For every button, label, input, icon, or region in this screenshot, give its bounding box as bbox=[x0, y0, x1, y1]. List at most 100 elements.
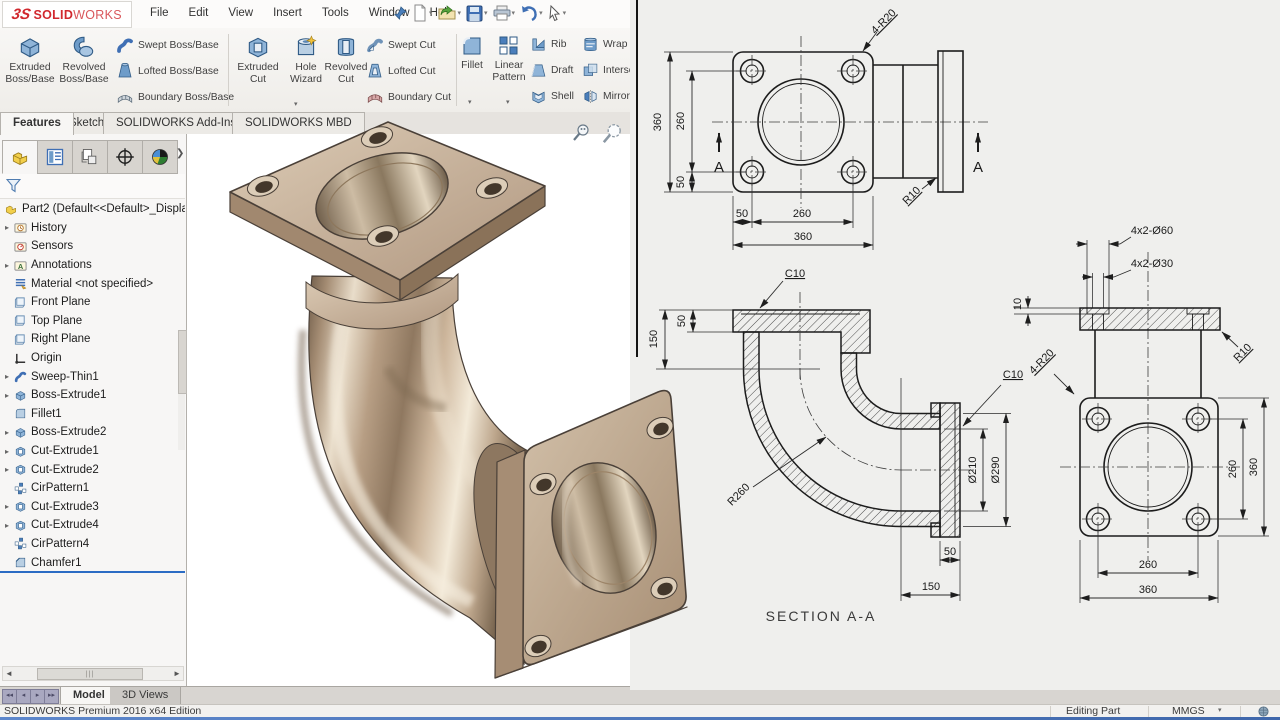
tree-item-annotations[interactable]: ▸ A Annotations bbox=[0, 256, 185, 275]
save-button[interactable]: ▾ bbox=[464, 4, 490, 23]
callout-4-r20: 4-R20 bbox=[1027, 347, 1057, 377]
tree-item-boss-extrude2[interactable]: ▸ Boss-Extrude2 bbox=[0, 423, 185, 442]
tree-item-origin[interactable]: Origin bbox=[0, 349, 185, 368]
tree-item-cirpattern4[interactable]: CirPattern4 bbox=[0, 535, 185, 554]
tree-item-sweep-thin1[interactable]: ▸ Sweep-Thin1 bbox=[0, 367, 185, 386]
expand-arrow-icon[interactable]: ▸ bbox=[0, 372, 14, 381]
open-document-button[interactable]: ▾ bbox=[436, 4, 464, 22]
units-selector[interactable]: MMGS bbox=[1172, 705, 1205, 717]
tab-3d-views[interactable]: 3D Views bbox=[110, 687, 181, 705]
lofted-boss-button[interactable]: Lofted Boss/Base bbox=[116, 62, 219, 80]
tree-item-history[interactable]: ▸ History bbox=[0, 219, 185, 238]
prev-tab-button[interactable]: ◂ bbox=[16, 689, 31, 704]
dim-260-bottom: 260 bbox=[793, 208, 811, 220]
print-button[interactable]: ▾ bbox=[491, 4, 518, 22]
rib-button[interactable]: Rib bbox=[530, 36, 566, 53]
expand-arrow-icon[interactable]: ▸ bbox=[0, 261, 14, 270]
dim-10: 10 bbox=[1012, 298, 1024, 310]
filter-funnel-icon[interactable] bbox=[6, 178, 21, 193]
featuremanager-tree-tab[interactable] bbox=[2, 140, 38, 174]
extruded-boss-button[interactable]: Extruded Boss/Base bbox=[2, 34, 58, 85]
mirror-button[interactable]: Mirror bbox=[582, 88, 630, 105]
zoom-lens-icon[interactable] bbox=[600, 122, 624, 146]
tree-item-cut-extrude3[interactable]: ▸ Cut-Extrude3 bbox=[0, 498, 185, 517]
expand-arrow-icon[interactable]: ▸ bbox=[0, 521, 14, 530]
shell-button[interactable]: Shell bbox=[530, 88, 574, 105]
scrollbar-thumb[interactable]: ||| bbox=[37, 668, 143, 680]
tree-item-cirpattern1[interactable]: CirPattern1 bbox=[0, 479, 185, 498]
propertymanager-tab[interactable] bbox=[37, 140, 73, 174]
select-cursor-button[interactable]: ▾ bbox=[546, 4, 569, 23]
new-document-button[interactable]: ▾ bbox=[410, 3, 435, 23]
graphics-viewport[interactable] bbox=[187, 134, 630, 686]
svg-text:A: A bbox=[18, 262, 24, 271]
menu-file[interactable]: File bbox=[140, 0, 179, 28]
tree-root-part[interactable]: Part2 (Default<<Default>_Displa bbox=[0, 200, 185, 219]
linear-pattern-button[interactable]: Linear Pattern bbox=[488, 34, 530, 83]
tree-item-material[interactable]: Material <not specified> bbox=[0, 274, 185, 293]
next-tab-button[interactable]: ▸ bbox=[30, 689, 45, 704]
tree-vertical-scrollbar[interactable] bbox=[178, 330, 185, 450]
tree-item-cut-extrude1[interactable]: ▸ Cut-Extrude1 bbox=[0, 442, 185, 461]
status-tag-icon[interactable] bbox=[1258, 706, 1269, 717]
draft-button[interactable]: Draft bbox=[530, 62, 573, 79]
edition-label: SOLIDWORKS Premium 2016 x64 Edition bbox=[4, 705, 201, 717]
last-tab-button[interactable]: ▸▸ bbox=[44, 689, 59, 704]
expand-arrow-icon[interactable]: ▸ bbox=[0, 465, 14, 474]
swept-boss-button[interactable]: Swept Boss/Base bbox=[116, 36, 219, 54]
fillet-button[interactable]: Fillet bbox=[452, 34, 492, 72]
menu-view[interactable]: View bbox=[218, 0, 263, 28]
scrollbar-thumb[interactable] bbox=[178, 330, 187, 394]
panel-expand-chevron[interactable]: ❯ bbox=[176, 148, 184, 159]
tree-item-boss-extrude1[interactable]: ▸ Boss-Extrude1 bbox=[0, 386, 185, 405]
scroll-left-arrow[interactable]: ◄ bbox=[3, 669, 15, 678]
tree-item-top-plane[interactable]: Top Plane bbox=[0, 312, 185, 331]
expand-arrow-icon[interactable]: ▸ bbox=[0, 447, 14, 456]
scroll-right-arrow[interactable]: ► bbox=[171, 669, 183, 678]
expand-arrow-icon[interactable]: ▸ bbox=[0, 391, 14, 400]
linear-pattern-dropdown[interactable]: ▾ bbox=[506, 98, 510, 106]
wrap-button[interactable]: Wrap bbox=[582, 36, 627, 53]
undo-button[interactable]: ▾ bbox=[518, 4, 545, 22]
tree-item-front-plane[interactable]: Front Plane bbox=[0, 293, 185, 312]
tab-solidworks-mbd[interactable]: SOLIDWORKS MBD bbox=[232, 112, 365, 134]
expand-arrow-icon[interactable]: ▸ bbox=[0, 223, 14, 232]
rollback-bar[interactable] bbox=[0, 571, 185, 573]
tab-solidworks-add-ins[interactable]: SOLIDWORKS Add-Ins bbox=[103, 112, 249, 134]
tree-item-chamfer1[interactable]: Chamfer1 bbox=[0, 553, 185, 572]
tree-item-fillet1[interactable]: Fillet1 bbox=[0, 405, 185, 424]
units-dropdown-caret[interactable]: ▾ bbox=[1218, 706, 1222, 714]
swept-cut-button[interactable]: Swept Cut bbox=[366, 36, 436, 54]
revolved-boss-button[interactable]: Revolved Boss/Base bbox=[56, 34, 112, 85]
expand-arrow-icon[interactable]: ▸ bbox=[0, 428, 14, 437]
displaymanager-tab[interactable] bbox=[142, 140, 178, 174]
intersect-icon bbox=[582, 62, 599, 79]
boundary-boss-button[interactable]: Boundary Boss/Base bbox=[116, 88, 234, 106]
dimxpertmanager-tab[interactable] bbox=[107, 140, 143, 174]
configurationmanager-tab[interactable] bbox=[72, 140, 108, 174]
pin-icon[interactable] bbox=[392, 5, 409, 21]
first-tab-button[interactable]: ◂◂ bbox=[2, 689, 17, 704]
tree-item-sensors[interactable]: Sensors bbox=[0, 237, 185, 256]
property-list-icon bbox=[45, 147, 65, 167]
tab-features[interactable]: Features bbox=[0, 112, 74, 135]
dim-50-left: 50 bbox=[675, 176, 687, 188]
magnify-icon[interactable] bbox=[570, 122, 592, 144]
tree-item-cut-extrude2[interactable]: ▸ Cut-Extrude2 bbox=[0, 460, 185, 479]
boss-extrude-icon bbox=[14, 389, 27, 402]
tree-item-right-plane[interactable]: Right Plane bbox=[0, 330, 185, 349]
menu-tools[interactable]: Tools bbox=[312, 0, 359, 28]
swept-cut-icon bbox=[366, 36, 384, 54]
hole-wizard-dropdown[interactable]: ▾ bbox=[294, 100, 298, 108]
fillet-dropdown[interactable]: ▾ bbox=[468, 98, 472, 106]
panel-horizontal-scrollbar[interactable]: ◄ ||| ► bbox=[2, 666, 184, 681]
menu-insert[interactable]: Insert bbox=[263, 0, 312, 28]
boundary-cut-button[interactable]: Boundary Cut bbox=[366, 88, 451, 106]
circular-pattern-icon bbox=[14, 482, 27, 495]
menu-edit[interactable]: Edit bbox=[179, 0, 219, 28]
feature-manager-panel: ❯ Part2 (Default<<Default>_Displa ▸ Hist… bbox=[0, 134, 187, 686]
lofted-cut-button[interactable]: Lofted Cut bbox=[366, 62, 436, 80]
configuration-icon bbox=[80, 147, 100, 167]
tree-item-cut-extrude4[interactable]: ▸ Cut-Extrude4 bbox=[0, 516, 185, 535]
expand-arrow-icon[interactable]: ▸ bbox=[0, 502, 14, 511]
